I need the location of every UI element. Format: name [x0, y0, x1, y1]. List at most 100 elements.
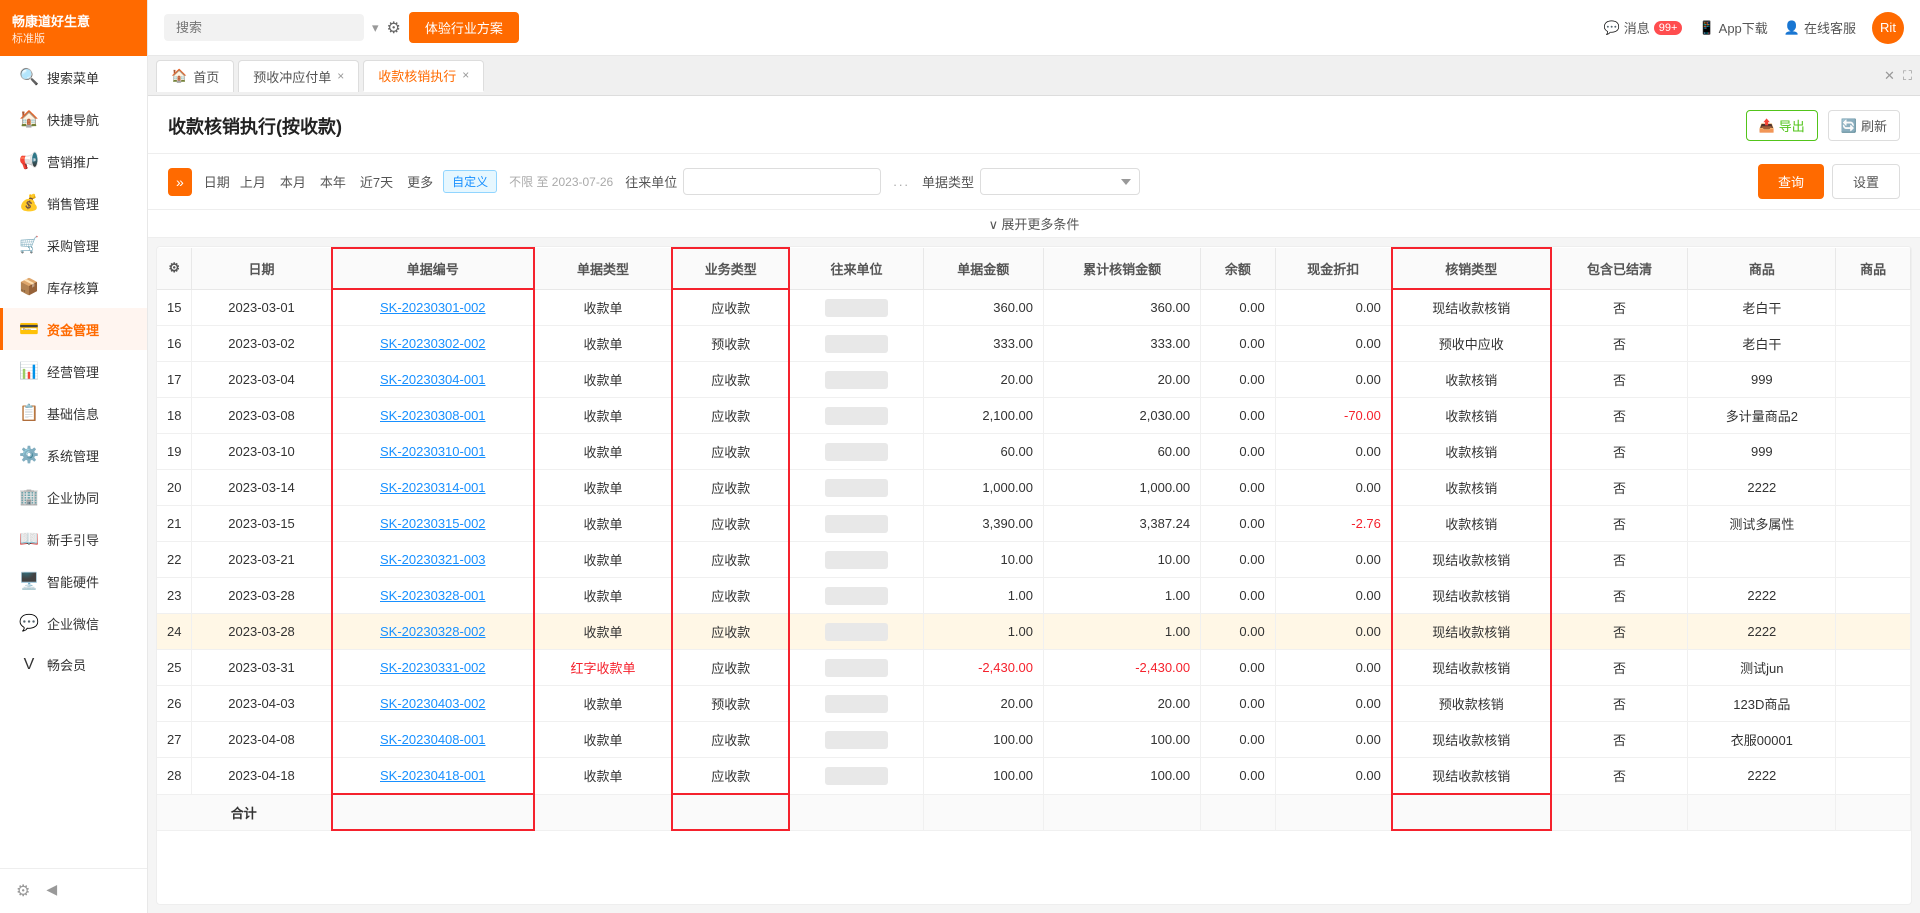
foot-writeoff — [1044, 794, 1201, 830]
sidebar-item-system[interactable]: ⚙️ 系统管理 — [0, 434, 147, 476]
cell-balance: 0.00 — [1201, 470, 1276, 506]
message-icon: 💬 — [1604, 20, 1620, 36]
sidebar-item-basic[interactable]: 📋 基础信息 — [0, 392, 147, 434]
industry-btn[interactable]: 体验行业方案 — [409, 12, 519, 43]
table-row: 16 2023-03-02 SK-20230302-002 收款单 预收款 33… — [157, 326, 1911, 362]
cell-doc-no[interactable]: SK-20230301-002 — [332, 289, 534, 326]
date-more[interactable]: 更多 — [403, 170, 437, 193]
tab1-close-icon[interactable]: × — [337, 69, 344, 83]
cell-cash-discount: 0.00 — [1275, 542, 1392, 578]
marketing-icon: 📢 — [19, 151, 39, 171]
filter-dots[interactable]: ... — [893, 174, 910, 189]
tab-home[interactable]: 🏠 首页 — [156, 60, 234, 92]
cell-doc-no[interactable]: SK-20230315-002 — [332, 506, 534, 542]
th-settings[interactable]: ⚙ — [157, 248, 192, 289]
expand-more-bar[interactable]: ∨ 展开更多条件 — [148, 210, 1920, 238]
basic-icon: 📋 — [19, 403, 39, 423]
cell-doc-no[interactable]: SK-20230302-002 — [332, 326, 534, 362]
tab-expand-icon[interactable]: ⛶ — [1903, 68, 1912, 84]
cell-partner — [789, 758, 923, 795]
sidebar-item-inventory[interactable]: 📦 库存核算 — [0, 266, 147, 308]
cell-writeoff-type: 收款核销 — [1392, 470, 1551, 506]
sidebar-item-enterprise[interactable]: 🏢 企业协同 — [0, 476, 147, 518]
cell-product2 — [1836, 434, 1911, 470]
cell-doc-no[interactable]: SK-20230304-001 — [332, 362, 534, 398]
sidebar-item-sales[interactable]: 💰 销售管理 — [0, 182, 147, 224]
sidebar-item-purchase[interactable]: 🛒 采购管理 — [0, 224, 147, 266]
export-btn[interactable]: 📤 导出 — [1746, 110, 1818, 141]
cell-doc-type: 收款单 — [534, 506, 672, 542]
cell-writeoff-type: 现结收款核销 — [1392, 722, 1551, 758]
doctype-select[interactable]: 收款单 红字收款单 — [980, 168, 1140, 195]
cell-partner — [789, 470, 923, 506]
sidebar-label-basic: 基础信息 — [47, 404, 99, 423]
search-input[interactable] — [164, 14, 364, 41]
tab-writeoff[interactable]: 收款核销执行 × — [363, 60, 484, 92]
cell-doc-no[interactable]: SK-20230403-002 — [332, 686, 534, 722]
sidebar-item-nav[interactable]: 🏠 快捷导航 — [0, 98, 147, 140]
cell-doc-no[interactable]: SK-20230328-002 — [332, 614, 534, 650]
sidebar-item-member[interactable]: V 畅会员 — [0, 644, 147, 685]
cell-doc-type: 收款单 — [534, 722, 672, 758]
nav-icon: 🏠 — [19, 109, 39, 129]
cell-amount: 100.00 — [923, 722, 1043, 758]
cell-doc-no[interactable]: SK-20230408-001 — [332, 722, 534, 758]
sidebar-item-guide[interactable]: 📖 新手引导 — [0, 518, 147, 560]
table-foot: 合计 — [157, 794, 1911, 830]
tab-close-all-icon[interactable]: ✕ — [1884, 68, 1895, 84]
sidebar-item-marketing[interactable]: 📢 营销推广 — [0, 140, 147, 182]
table-row: 21 2023-03-15 SK-20230315-002 收款单 应收款 3,… — [157, 506, 1911, 542]
cell-amount: 60.00 — [923, 434, 1043, 470]
cell-doc-no[interactable]: SK-20230310-001 — [332, 434, 534, 470]
date-this-month[interactable]: 本月 — [276, 170, 310, 193]
date-this-year[interactable]: 本年 — [316, 170, 350, 193]
cell-doc-no[interactable]: SK-20230321-003 — [332, 542, 534, 578]
date-custom-btn[interactable]: 自定义 — [443, 170, 497, 193]
cell-product2 — [1836, 758, 1911, 795]
sidebar-label-finance: 资金管理 — [47, 320, 99, 339]
foot-amount — [923, 794, 1043, 830]
cell-balance: 0.00 — [1201, 289, 1276, 326]
cell-date: 2023-04-08 — [192, 722, 332, 758]
sidebar-collapse-icon[interactable]: ◀ — [46, 881, 57, 901]
cell-writeoff-type: 收款核销 — [1392, 362, 1551, 398]
cell-amount: 10.00 — [923, 542, 1043, 578]
tab-prepayment[interactable]: 预收冲应付单 × — [238, 60, 359, 92]
date-last-month[interactable]: 上月 — [236, 170, 270, 193]
cell-no: 17 — [157, 362, 192, 398]
sidebar-item-wechat[interactable]: 💬 企业微信 — [0, 602, 147, 644]
cell-amount: 1.00 — [923, 614, 1043, 650]
cell-balance: 0.00 — [1201, 506, 1276, 542]
cell-doc-type: 收款单 — [534, 758, 672, 795]
tab2-close-icon[interactable]: × — [462, 68, 469, 82]
partner-input[interactable] — [683, 168, 881, 195]
topbar-dropdown-icon[interactable]: ▾ — [372, 20, 379, 36]
service-btn[interactable]: 👤 在线客服 — [1784, 18, 1856, 37]
cell-doc-no[interactable]: SK-20230308-001 — [332, 398, 534, 434]
sidebar-label-operation: 经营管理 — [47, 362, 99, 381]
date-7days[interactable]: 近7天 — [356, 170, 397, 193]
date-hint: 不限 至 2023-07-26 — [509, 173, 613, 190]
filter-toggle-btn[interactable]: » — [168, 168, 192, 196]
cell-no: 18 — [157, 398, 192, 434]
user-avatar[interactable]: Rit — [1872, 12, 1904, 44]
sidebar-item-search[interactable]: 🔍 搜索菜单 — [0, 56, 147, 98]
setting-btn[interactable]: 设置 — [1832, 164, 1900, 199]
topbar-gear-icon[interactable]: ⚙ — [387, 18, 401, 38]
sidebar-item-operation[interactable]: 📊 经营管理 — [0, 350, 147, 392]
refresh-btn[interactable]: 🔄 刷新 — [1828, 110, 1900, 141]
cell-doc-no[interactable]: SK-20230328-001 — [332, 578, 534, 614]
th-product2: 商品 — [1836, 248, 1911, 289]
cell-writeoff-amt: 60.00 — [1044, 434, 1201, 470]
app-download-btn[interactable]: 📱 App下载 — [1698, 18, 1767, 37]
cell-doc-no[interactable]: SK-20230331-002 — [332, 650, 534, 686]
messages-btn[interactable]: 💬 消息 99+ — [1604, 18, 1683, 37]
sidebar-settings-icon[interactable]: ⚙ — [16, 881, 30, 901]
cell-doc-no[interactable]: SK-20230314-001 — [332, 470, 534, 506]
foot-balance — [1201, 794, 1276, 830]
table-head: ⚙ 日期 单据编号 单据类型 业务类型 往来单位 单据金额 累计核销金额 余额 … — [157, 248, 1911, 289]
sidebar-item-finance[interactable]: 💳 资金管理 — [0, 308, 147, 350]
sidebar-item-hardware[interactable]: 🖥️ 智能硬件 — [0, 560, 147, 602]
cell-doc-no[interactable]: SK-20230418-001 — [332, 758, 534, 795]
query-btn[interactable]: 查询 — [1758, 164, 1824, 199]
